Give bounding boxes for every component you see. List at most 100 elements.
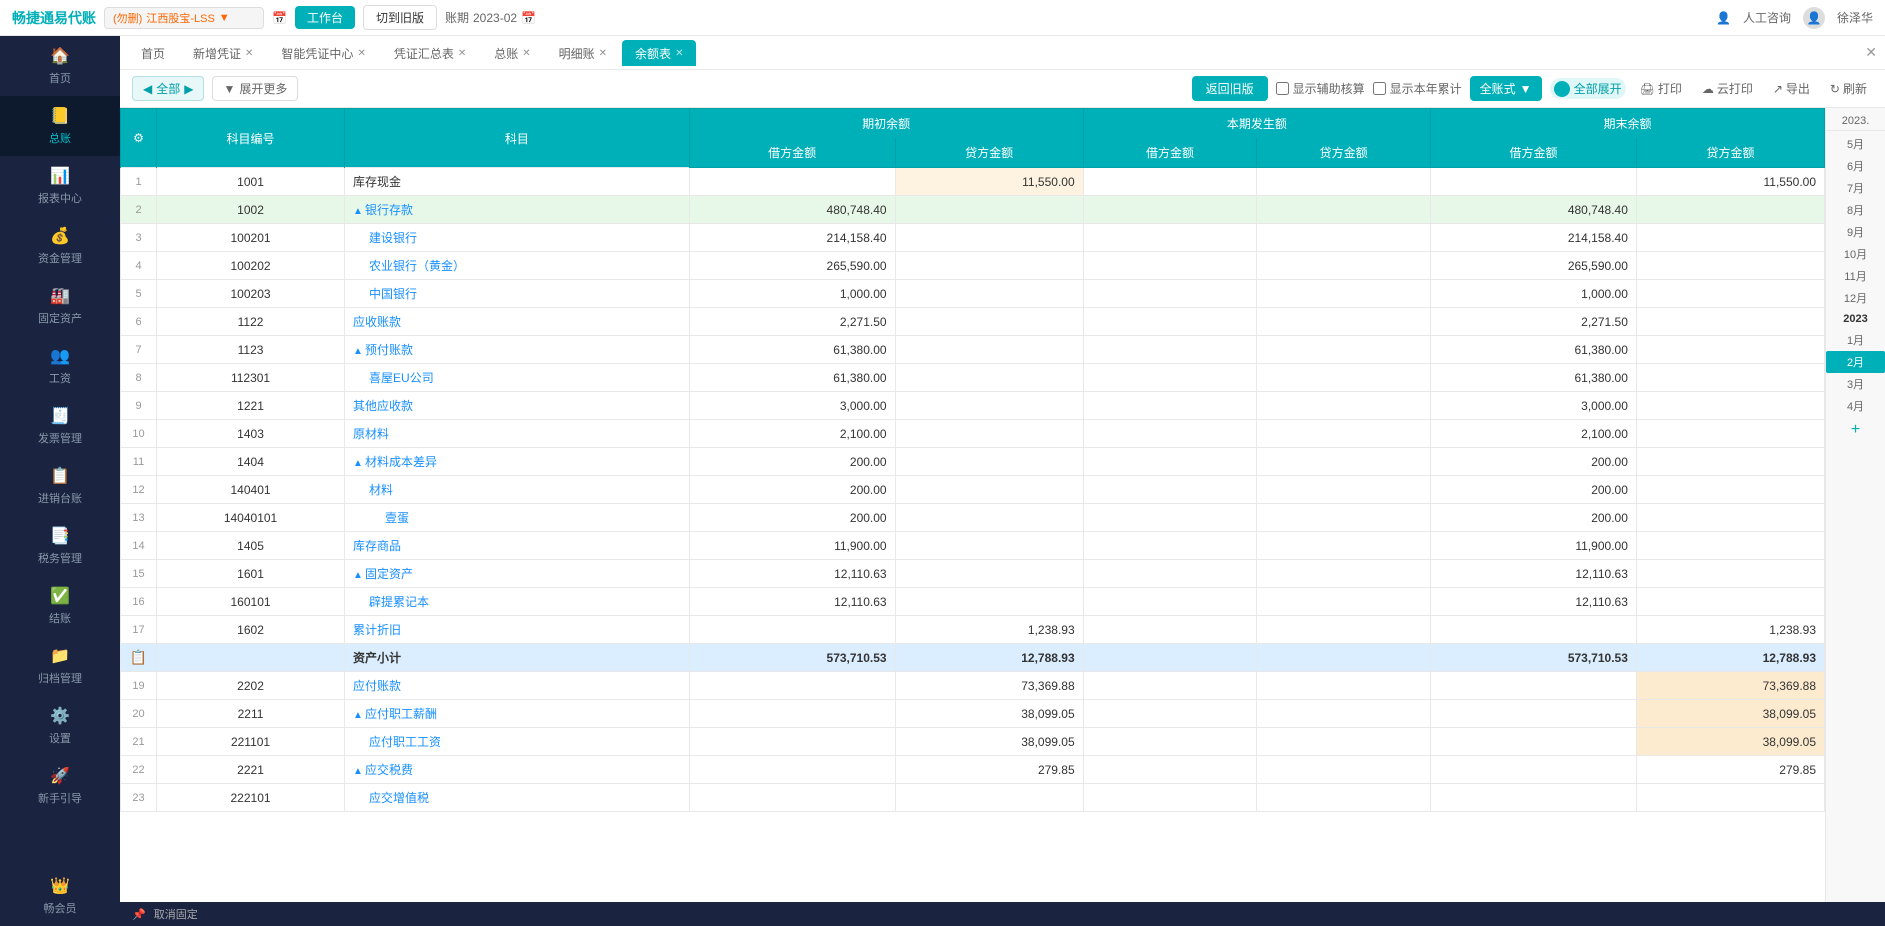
tab-smart-center[interactable]: 智能凭证中心 ✕ (268, 40, 378, 66)
sidebar-item-assets[interactable]: 💰 资金管理 (0, 216, 120, 276)
show-ytd-label[interactable]: 显示本年累计 (1373, 80, 1462, 97)
show-ytd-text: 显示本年累计 (1390, 80, 1462, 97)
filter-button[interactable]: ◀ 全部 ▶ (132, 76, 204, 101)
side-month-8[interactable]: 8月 (1826, 199, 1885, 221)
side-month-10[interactable]: 10月 (1826, 243, 1885, 265)
company-selector[interactable]: (勿删) 江西股宝-LSS ▼ (104, 7, 264, 29)
row-name[interactable]: 中国银行 (345, 280, 690, 308)
row-name[interactable]: 应付账款 (345, 672, 690, 700)
row-name[interactable]: ▲银行存款 (345, 196, 690, 224)
sidebar-item-purchase[interactable]: 📋 进销台账 (0, 456, 120, 516)
consult-label[interactable]: 人工咨询 (1743, 9, 1791, 26)
sidebar-item-settings[interactable]: ⚙️ 设置 (0, 696, 120, 756)
back-old-version-button[interactable]: 返回旧版 (1192, 76, 1268, 101)
add-period-icon[interactable]: + (1851, 421, 1860, 438)
side-panel-plus[interactable]: + (1826, 421, 1885, 439)
show-auxiliary-label[interactable]: 显示辅助核算 (1276, 80, 1365, 97)
user-name[interactable]: 徐泽华 (1837, 9, 1873, 26)
side-month-4[interactable]: 4月 (1826, 395, 1885, 417)
amount-cell: 11,900.00 (1431, 532, 1637, 560)
side-month-5[interactable]: 5月 (1826, 133, 1885, 155)
refresh-button[interactable]: ↻ 刷新 (1824, 78, 1873, 99)
amount-cell: 1,000.00 (689, 280, 895, 308)
sidebar-item-fixed[interactable]: 🏭 固定资产 (0, 276, 120, 336)
format-label: 全账式 (1480, 80, 1516, 97)
unpin-button[interactable]: 取消固定 (154, 906, 198, 922)
row-name[interactable]: ▲预付账款 (345, 336, 690, 364)
tab-detail-ledger[interactable]: 明细账 ✕ (546, 40, 620, 66)
close-all-icon[interactable]: ✕ (1865, 44, 1877, 61)
expand-all-toggle[interactable]: 全部展开 (1550, 78, 1626, 99)
tab-voucher-summary[interactable]: 凭证汇总表 ✕ (381, 40, 479, 66)
row-name[interactable]: ▲材料成本差异 (345, 448, 690, 476)
side-month-9[interactable]: 9月 (1826, 221, 1885, 243)
sidebar-item-ledger[interactable]: 📒 总账 (0, 96, 120, 156)
amount-cell (1083, 756, 1257, 784)
side-month-1[interactable]: 1月 (1826, 329, 1885, 351)
row-name[interactable]: ▲应交税费 (345, 756, 690, 784)
row-name[interactable]: 应付职工工资 (345, 728, 690, 756)
row-name[interactable]: 喜屋EU公司 (345, 364, 690, 392)
format-button[interactable]: 全账式 ▼ (1470, 76, 1542, 101)
sidebar-item-archive[interactable]: 📁 归档管理 (0, 636, 120, 696)
side-month-7[interactable]: 7月 (1826, 177, 1885, 199)
print-label: 打印 (1658, 80, 1682, 97)
amount-cell: 1,000.00 (1431, 280, 1637, 308)
show-ytd-checkbox[interactable] (1373, 82, 1386, 95)
tab-home[interactable]: 首页 (128, 40, 178, 66)
side-month-12[interactable]: 12月 (1826, 287, 1885, 309)
side-month-3[interactable]: 3月 (1826, 373, 1885, 395)
period-calendar-icon[interactable]: 📅 (521, 11, 536, 25)
tab-ledger-main-label: 总账 (494, 45, 518, 62)
row-name[interactable]: 应交增值税 (345, 784, 690, 812)
sidebar-item-home[interactable]: 🏠 首页 (0, 36, 120, 96)
tab-detail-ledger-close[interactable]: ✕ (599, 48, 607, 59)
show-auxiliary-checkbox[interactable] (1276, 82, 1289, 95)
row-name[interactable]: ▲固定资产 (345, 560, 690, 588)
tab-voucher-summary-close[interactable]: ✕ (458, 48, 466, 59)
app-logo: 畅捷通易代账 (12, 8, 96, 28)
side-month-11[interactable]: 11月 (1826, 265, 1885, 287)
print-button[interactable]: 🖨 打印 (1634, 78, 1688, 99)
panel-toggle[interactable]: ◀ (1825, 485, 1826, 525)
row-name[interactable]: 壹蛋 (345, 504, 690, 532)
sidebar-item-tax[interactable]: 📑 税务管理 (0, 516, 120, 576)
tab-ledger-main-close[interactable]: ✕ (522, 48, 530, 59)
row-name[interactable]: 材料 (345, 476, 690, 504)
row-name[interactable]: 农业银行（黄金） (345, 252, 690, 280)
side-month-2[interactable]: 2月 (1826, 351, 1885, 373)
calendar-icon[interactable]: 📅 (272, 11, 287, 25)
expand-more-button[interactable]: ▼ 展开更多 (212, 76, 298, 101)
export-button[interactable]: ↗ 导出 (1767, 78, 1816, 99)
sidebar-bottom: 👑 畅会员 (0, 866, 120, 926)
row-name[interactable]: 原材料 (345, 420, 690, 448)
format-dropdown-icon: ▼ (1520, 82, 1532, 96)
sidebar-item-invoice[interactable]: 🧾 发票管理 (0, 396, 120, 456)
tab-balance-table-close[interactable]: ✕ (675, 48, 683, 59)
cloud-print-button[interactable]: ☁ 云打印 (1696, 78, 1759, 99)
side-month-6[interactable]: 6月 (1826, 155, 1885, 177)
sidebar-item-hr[interactable]: 👥 工资 (0, 336, 120, 396)
row-name[interactable]: 其他应收款 (345, 392, 690, 420)
hr-icon: 👥 (50, 346, 70, 366)
sidebar-item-settlement[interactable]: ✅ 结账 (0, 576, 120, 636)
amount-cell (689, 784, 895, 812)
row-name[interactable]: ▲应付职工薪酬 (345, 700, 690, 728)
workbench-button[interactable]: 工作台 (295, 6, 355, 29)
switch-version-button[interactable]: 切到旧版 (363, 5, 437, 30)
tab-balance-table[interactable]: 余额表 ✕ (622, 40, 696, 66)
tab-smart-center-close[interactable]: ✕ (357, 48, 365, 59)
sidebar-item-reports[interactable]: 📊 报表中心 (0, 156, 120, 216)
sidebar-item-member[interactable]: 👑 畅会员 (0, 866, 120, 926)
row-name[interactable]: 辟提累记本 (345, 588, 690, 616)
tab-new-voucher[interactable]: 新增凭证 ✕ (180, 40, 266, 66)
row-name[interactable]: 应收账款 (345, 308, 690, 336)
tab-ledger-main[interactable]: 总账 ✕ (481, 40, 543, 66)
row-name[interactable]: 库存商品 (345, 532, 690, 560)
amount-cell: 3,000.00 (689, 392, 895, 420)
amount-cell: 12,788.93 (1636, 644, 1824, 672)
row-name[interactable]: 累计折旧 (345, 616, 690, 644)
tab-new-voucher-close[interactable]: ✕ (245, 48, 253, 59)
sidebar-item-guide[interactable]: 🚀 新手引导 (0, 756, 120, 816)
row-name[interactable]: 建设银行 (345, 224, 690, 252)
